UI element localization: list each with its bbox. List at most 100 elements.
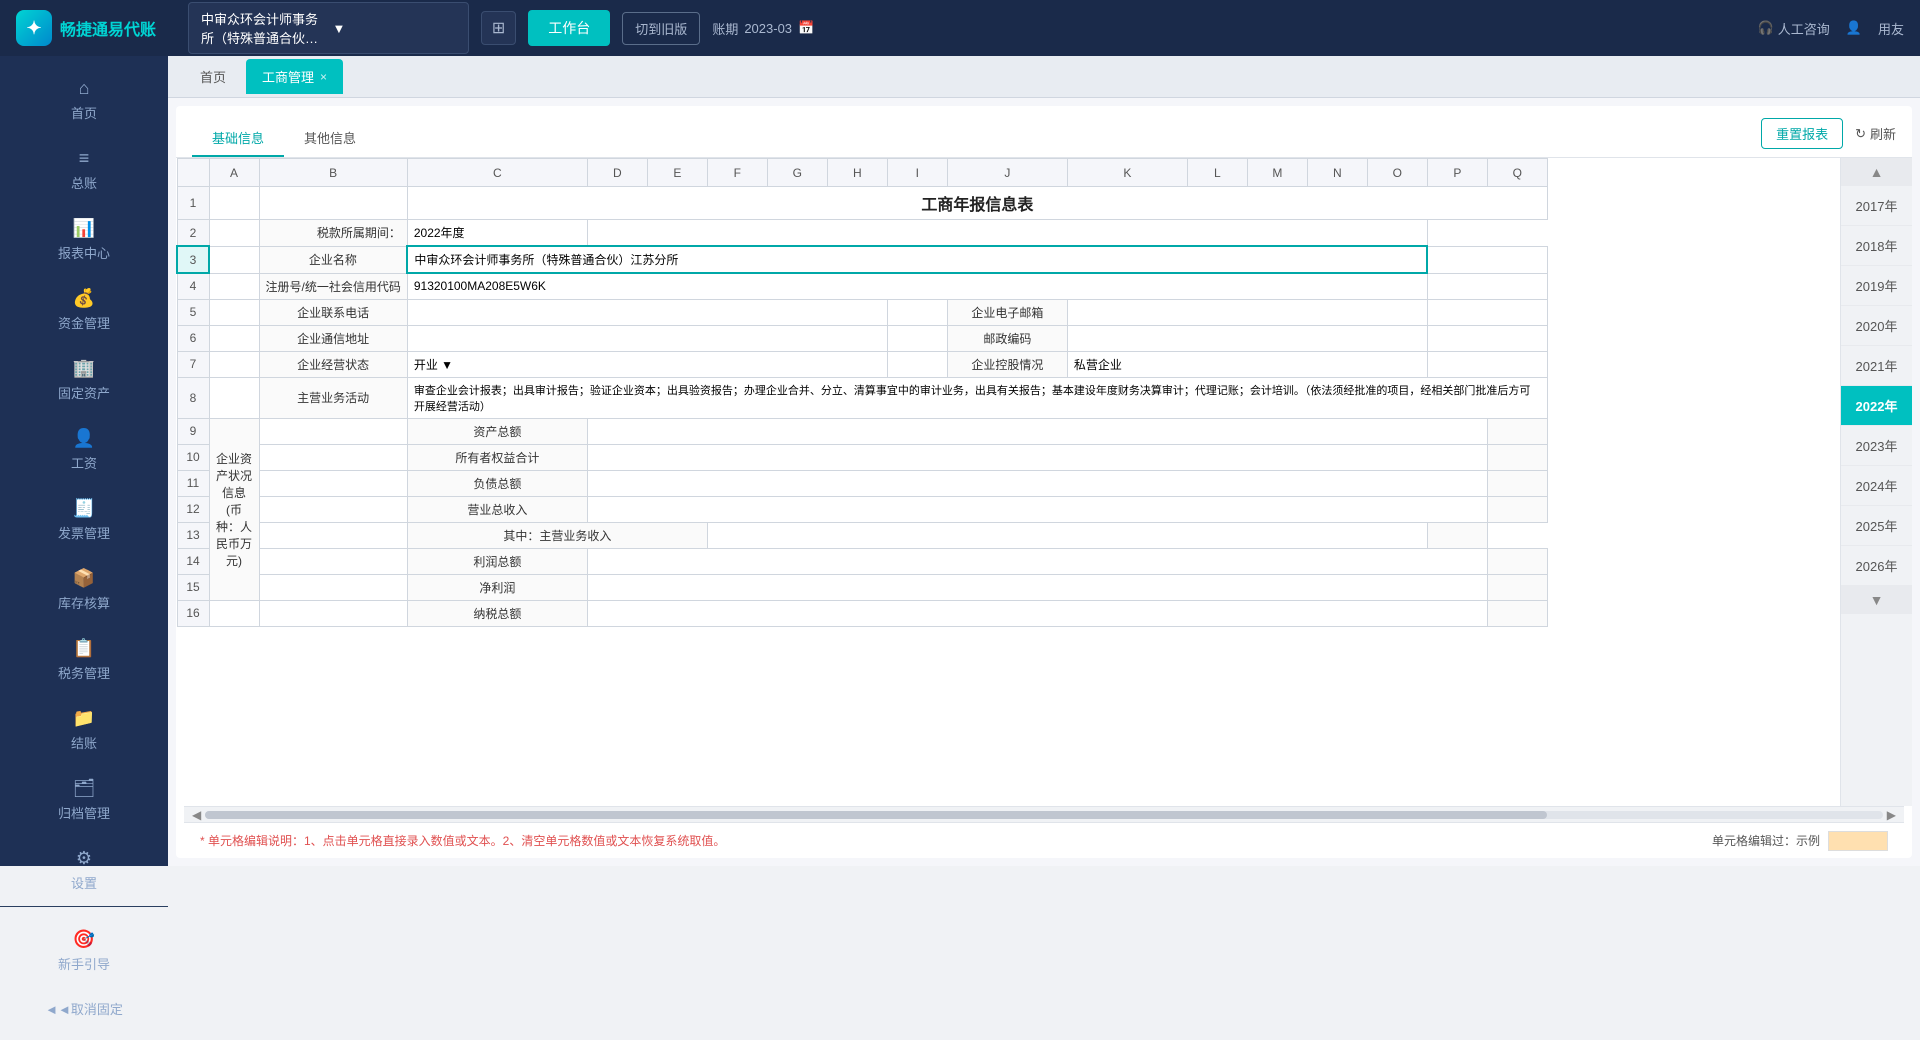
row-num-6: 6: [177, 325, 209, 351]
cell-7c-h[interactable]: 开业 ▼: [407, 351, 887, 377]
cell-5c-h[interactable]: [407, 299, 887, 325]
cell-8c-q[interactable]: 审查企业会计报表；出具审计报告；验证企业资本；出具验资报告；办理企业合并、分立、…: [407, 377, 1547, 418]
sidebar-item-reports[interactable]: 📊 报表中心: [8, 206, 160, 274]
cell-7k-o[interactable]: 私营企业: [1067, 351, 1427, 377]
row-num-10: 10: [177, 444, 209, 470]
h-scroll-track[interactable]: [205, 811, 1883, 819]
cell-13f-q[interactable]: [707, 522, 1427, 548]
period-label: 账期: [712, 19, 738, 38]
year-item-2023[interactable]: 2023年: [1841, 426, 1912, 466]
cell-6p-q: [1427, 325, 1547, 351]
sidebar-item-inventory[interactable]: 📦 库存核算: [8, 556, 160, 624]
table-row: 7 企业经营状态 开业 ▼ 企业控股情况 私营企业: [177, 351, 1547, 377]
cell-3c-active[interactable]: 中审众环会计师事务所（特殊普通合伙）江苏分所: [407, 246, 1427, 273]
sidebar-item-home[interactable]: ⌂ 首页: [8, 66, 160, 134]
refresh-button[interactable]: ↻ 刷新: [1855, 124, 1896, 143]
app-name: 畅捷通易代账: [60, 16, 156, 40]
refresh-icon: ↻: [1855, 126, 1866, 142]
cell-9b: [259, 418, 407, 444]
cell-15d-q[interactable]: [587, 574, 1487, 600]
cell-14r: [1487, 548, 1547, 574]
col-header-k: K: [1067, 159, 1187, 187]
cell-11d-q[interactable]: [587, 470, 1487, 496]
topbar-right: 🎧 人工咨询 👤 用友: [1758, 19, 1904, 38]
cell-5k-o[interactable]: [1067, 299, 1427, 325]
period-value: 2023-03: [744, 21, 792, 36]
cell-16d-q[interactable]: [587, 600, 1487, 626]
cell-3o-q: [1427, 246, 1547, 273]
cell-12d-q[interactable]: [587, 496, 1487, 522]
cell-10c: 所有者权益合计: [407, 444, 587, 470]
tab-gongshang[interactable]: 工商管理 ×: [246, 59, 343, 94]
sidebar-item-finance[interactable]: 💰 资金管理: [8, 276, 160, 344]
col-header-h: H: [827, 159, 887, 187]
sidebar-item-invoice[interactable]: 🧾 发票管理: [8, 486, 160, 554]
col-header-o: O: [1367, 159, 1427, 187]
year-item-2017[interactable]: 2017年: [1841, 186, 1912, 226]
year-item-2022[interactable]: 2022年: [1841, 386, 1912, 426]
scroll-right-arrow[interactable]: ▶: [1883, 808, 1900, 822]
cell-11c: 负债总额: [407, 470, 587, 496]
reset-report-button[interactable]: 重置报表: [1761, 118, 1843, 149]
sidebar-item-archive[interactable]: 🗂 归档管理: [8, 766, 160, 834]
h-scroll-thumb[interactable]: [205, 811, 1547, 819]
guide-icon: 🎯: [73, 929, 95, 950]
cell-10d-q[interactable]: [587, 444, 1487, 470]
cell-title: 工商年报信息表: [407, 187, 1547, 220]
cell-2c[interactable]: 2022年度: [407, 220, 587, 247]
row-num-8: 8: [177, 377, 209, 418]
h-scroll-bar[interactable]: ◀ ▶: [184, 806, 1904, 822]
col-header-f: F: [707, 159, 767, 187]
sidebar-unpin[interactable]: ◄◄取消固定: [16, 987, 152, 1030]
sidebar-item-closing[interactable]: 📁 结账: [8, 696, 160, 764]
year-item-2026[interactable]: 2026年: [1841, 546, 1912, 586]
table-row: 16 纳税总额: [177, 600, 1547, 626]
bottom-bar-right: 单元格编辑过：示例: [1712, 831, 1888, 851]
row-num-12: 12: [177, 496, 209, 522]
sidebar-item-assets[interactable]: 🏢 固定资产: [8, 346, 160, 414]
cell-14d-q[interactable]: [587, 548, 1487, 574]
service-button[interactable]: 🎧 人工咨询: [1758, 19, 1830, 38]
sidebar-item-settings[interactable]: ⚙ 设置: [8, 836, 160, 904]
company-selector[interactable]: 中审众环会计师事务所（特殊普通合伙… ▼: [188, 2, 469, 54]
sidebar-item-salary[interactable]: 👤 工资: [8, 416, 160, 484]
company-copy-button[interactable]: ⊞: [481, 11, 516, 45]
year-item-2020[interactable]: 2020年: [1841, 306, 1912, 346]
year-item-2019[interactable]: 2019年: [1841, 266, 1912, 306]
year-panel-down-arrow[interactable]: ▼: [1841, 586, 1912, 614]
scroll-left-arrow[interactable]: ◀: [188, 808, 205, 822]
sidebar-item-tax[interactable]: 📋 税务管理: [8, 626, 160, 694]
sub-tab-basic[interactable]: 基础信息: [192, 120, 284, 157]
sidebar-item-assets-label: 固定资产: [58, 383, 110, 402]
sidebar-bottom: 🎯 新手引导 ◄◄取消固定: [0, 906, 168, 1040]
tab-close-icon[interactable]: ×: [320, 70, 327, 84]
tab-home[interactable]: 首页: [184, 59, 242, 94]
cell-6k-o[interactable]: [1067, 325, 1427, 351]
workbench-button[interactable]: 工作台: [528, 10, 610, 46]
cell-9d-q[interactable]: [587, 418, 1487, 444]
year-item-2025[interactable]: 2025年: [1841, 506, 1912, 546]
year-panel-up-arrow[interactable]: ▲: [1841, 158, 1912, 186]
table-row: 12 营业总收入: [177, 496, 1547, 522]
cell-6c-h[interactable]: [407, 325, 887, 351]
cell-4b: 注册号/统一社会信用代码: [259, 273, 407, 299]
col-header-q: Q: [1487, 159, 1547, 187]
spreadsheet[interactable]: A B C D E F G H I J K L: [176, 158, 1840, 806]
reports-icon: 📊: [73, 218, 95, 239]
sidebar-item-reports-label: 报表中心: [58, 243, 110, 262]
switch-version-button[interactable]: 切到旧版: [622, 12, 700, 45]
table-row: 6 企业通信地址 邮政编码: [177, 325, 1547, 351]
calendar-icon[interactable]: 📅: [798, 20, 814, 36]
sub-tab-other[interactable]: 其他信息: [284, 120, 376, 157]
year-item-2021[interactable]: 2021年: [1841, 346, 1912, 386]
cell-4c[interactable]: 91320100MA208E5W6K: [407, 273, 1427, 299]
cell-3b: 企业名称: [259, 246, 407, 273]
sidebar-item-tax-label: 税务管理: [58, 663, 110, 682]
year-item-2018[interactable]: 2018年: [1841, 226, 1912, 266]
year-item-2024[interactable]: 2024年: [1841, 466, 1912, 506]
sidebar-item-newuser[interactable]: 🎯 新手引导: [16, 917, 152, 985]
table-row: 15 净利润: [177, 574, 1547, 600]
cell-12r: [1487, 496, 1547, 522]
sidebar-item-ledger[interactable]: ≡ 总账: [8, 136, 160, 204]
table-row: 10 所有者权益合计: [177, 444, 1547, 470]
